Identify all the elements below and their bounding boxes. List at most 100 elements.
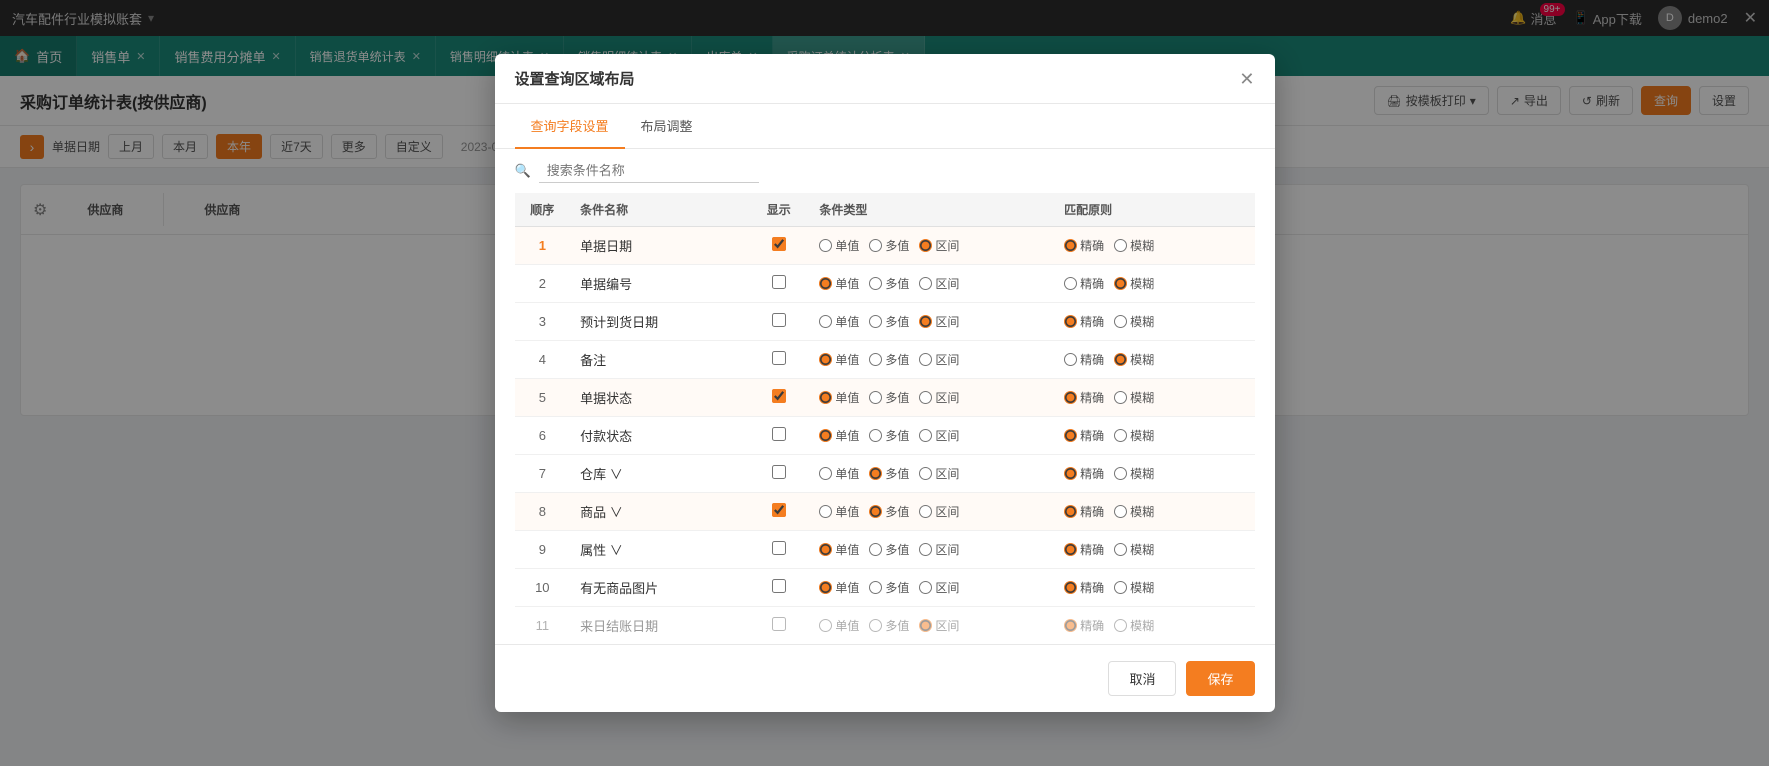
type-radio-单值[interactable] [819, 353, 832, 366]
type-radio-区间[interactable] [919, 619, 932, 632]
type-radio-多值[interactable] [869, 581, 882, 594]
cell-match: 精确模糊 [1054, 265, 1254, 303]
tab-layout[interactable]: 布局调整 [625, 104, 709, 149]
table-row: 5单据状态单值多值区间精确模糊 [515, 379, 1255, 417]
match-radio-模糊[interactable] [1114, 239, 1127, 252]
match-radio-模糊[interactable] [1114, 505, 1127, 518]
match-radio-精确[interactable] [1064, 391, 1077, 404]
cell-type: 单值多值区间 [809, 455, 1054, 493]
display-checkbox[interactable] [772, 541, 786, 555]
type-radio-区间[interactable] [919, 505, 932, 518]
type-radio-区间[interactable] [919, 239, 932, 252]
type-radio-多值[interactable] [869, 315, 882, 328]
display-checkbox[interactable] [772, 617, 786, 631]
cell-match: 精确模糊 [1054, 417, 1254, 455]
type-radio-多值[interactable] [869, 619, 882, 632]
display-checkbox[interactable] [772, 237, 786, 251]
type-radio-多值[interactable] [869, 505, 882, 518]
display-checkbox[interactable] [772, 275, 786, 289]
display-checkbox[interactable] [772, 427, 786, 441]
cell-match: 精确模糊 [1054, 531, 1254, 569]
cell-name: 来日结账日期 [570, 607, 748, 645]
type-radio-单值[interactable] [819, 467, 832, 480]
match-radio-精确[interactable] [1064, 581, 1077, 594]
cell-name: 单据编号 [570, 265, 748, 303]
match-radio-精确[interactable] [1064, 353, 1077, 366]
modal-overlay: 设置查询区域布局 ✕ 查询字段设置 布局调整 🔍 顺序 [0, 0, 1769, 766]
type-radio-区间[interactable] [919, 429, 932, 442]
match-radio-精确[interactable] [1064, 505, 1077, 518]
match-radio-模糊[interactable] [1114, 353, 1127, 366]
type-radio-多值[interactable] [869, 353, 882, 366]
type-radio-多值[interactable] [869, 239, 882, 252]
type-radio-单值[interactable] [819, 277, 832, 290]
type-radio-单值[interactable] [819, 315, 832, 328]
type-radio-多值[interactable] [869, 429, 882, 442]
search-input[interactable] [539, 159, 759, 183]
type-radio-区间[interactable] [919, 543, 932, 556]
cell-order: 1 [515, 227, 571, 265]
type-radio-单值[interactable] [819, 239, 832, 252]
type-radio-多值[interactable] [869, 467, 882, 480]
cancel-btn[interactable]: 取消 [1108, 661, 1176, 696]
type-radio-区间[interactable] [919, 277, 932, 290]
tab-query-fields[interactable]: 查询字段设置 [515, 104, 625, 149]
table-row: 1单据日期单值多值区间精确模糊 [515, 227, 1255, 265]
conditions-table: 顺序 条件名称 显示 条件类型 匹配原则 1单据日期单值多值区间精确模糊2单据编… [515, 193, 1255, 644]
cell-display [748, 303, 809, 341]
display-checkbox[interactable] [772, 389, 786, 403]
cell-type: 单值多值区间 [809, 379, 1054, 417]
table-row: 6付款状态单值多值区间精确模糊 [515, 417, 1255, 455]
cell-type: 单值多值区间 [809, 227, 1054, 265]
display-checkbox[interactable] [772, 503, 786, 517]
type-radio-多值[interactable] [869, 391, 882, 404]
match-radio-精确[interactable] [1064, 315, 1077, 328]
match-radio-精确[interactable] [1064, 277, 1077, 290]
match-radio-模糊[interactable] [1114, 315, 1127, 328]
display-checkbox[interactable] [772, 465, 786, 479]
match-radio-模糊[interactable] [1114, 277, 1127, 290]
cell-order: 11 [515, 607, 571, 645]
match-radio-精确[interactable] [1064, 619, 1077, 632]
match-radio-模糊[interactable] [1114, 391, 1127, 404]
save-btn[interactable]: 保存 [1186, 661, 1254, 696]
type-radio-单值[interactable] [819, 505, 832, 518]
type-radio-多值[interactable] [869, 543, 882, 556]
match-radio-模糊[interactable] [1114, 543, 1127, 556]
type-radio-多值[interactable] [869, 277, 882, 290]
type-radio-单值[interactable] [819, 581, 832, 594]
cell-match: 精确模糊 [1054, 569, 1254, 607]
type-radio-单值[interactable] [819, 619, 832, 632]
type-radio-区间[interactable] [919, 467, 932, 480]
cell-name: 单据状态 [570, 379, 748, 417]
modal-close-btn[interactable]: ✕ [1239, 70, 1254, 88]
cell-order: 2 [515, 265, 571, 303]
match-radio-精确[interactable] [1064, 543, 1077, 556]
col-name: 条件名称 [570, 193, 748, 227]
type-radio-区间[interactable] [919, 581, 932, 594]
cell-display [748, 379, 809, 417]
display-checkbox[interactable] [772, 313, 786, 327]
match-radio-模糊[interactable] [1114, 467, 1127, 480]
cell-display [748, 455, 809, 493]
match-radio-精确[interactable] [1064, 429, 1077, 442]
cell-match: 精确模糊 [1054, 455, 1254, 493]
cell-type: 单值多值区间 [809, 493, 1054, 531]
cell-name: 有无商品图片 [570, 569, 748, 607]
match-radio-精确[interactable] [1064, 239, 1077, 252]
col-display: 显示 [748, 193, 809, 227]
display-checkbox[interactable] [772, 579, 786, 593]
match-radio-精确[interactable] [1064, 467, 1077, 480]
match-radio-模糊[interactable] [1114, 429, 1127, 442]
type-radio-单值[interactable] [819, 391, 832, 404]
display-checkbox[interactable] [772, 351, 786, 365]
type-radio-单值[interactable] [819, 429, 832, 442]
type-radio-区间[interactable] [919, 353, 932, 366]
cell-type: 单值多值区间 [809, 341, 1054, 379]
match-radio-模糊[interactable] [1114, 619, 1127, 632]
match-radio-模糊[interactable] [1114, 581, 1127, 594]
type-radio-单值[interactable] [819, 543, 832, 556]
type-radio-区间[interactable] [919, 315, 932, 328]
type-radio-区间[interactable] [919, 391, 932, 404]
col-type: 条件类型 [809, 193, 1054, 227]
